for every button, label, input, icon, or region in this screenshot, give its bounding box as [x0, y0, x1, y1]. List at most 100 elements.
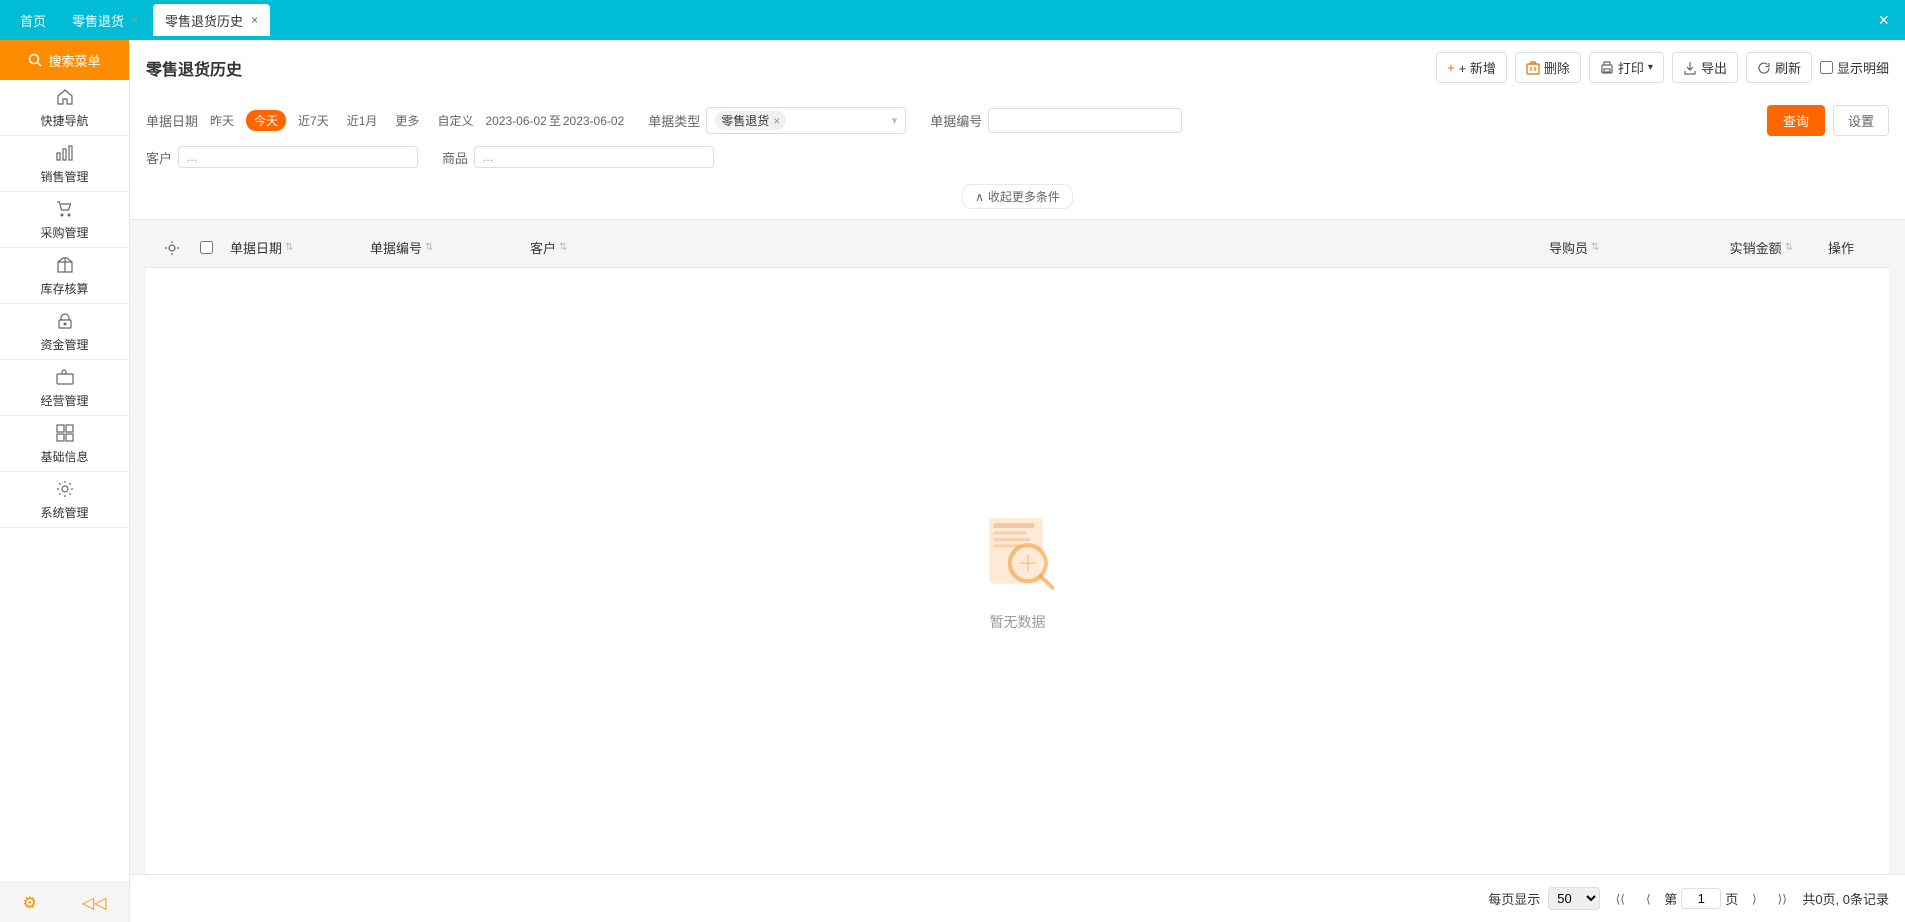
page-nav: ⟨⟨ ⟨ 第 页 ⟩ ⟩⟩ [1608, 887, 1794, 911]
cart-icon [54, 198, 76, 220]
bill-no-input[interactable] [988, 108, 1182, 133]
sidebar-speaker-icon[interactable]: ◁◁ [82, 893, 107, 913]
sidebar-item-sys-mgmt-label: 系统管理 [40, 504, 88, 521]
add-label: + 新增 [1459, 58, 1496, 77]
collapse-icon: ∧ [975, 190, 984, 204]
sidebar-item-basic-info[interactable]: 基础信息 [0, 416, 129, 472]
collapse-label: 收起更多条件 [988, 188, 1060, 205]
first-page-button[interactable]: ⟨⟨ [1608, 887, 1632, 911]
print-button[interactable]: 打印 ▾ [1589, 52, 1664, 83]
collapse-bar: ∧ 收起更多条件 [146, 178, 1889, 219]
sidebar-item-inventory-calc[interactable]: 库存核算 [0, 248, 129, 304]
th-amount[interactable]: 实销金额 ⇅ [1681, 238, 1801, 257]
sidebar-item-sys-mgmt[interactable]: 系统管理 [0, 472, 129, 528]
sidebar-settings-icon[interactable]: ⚙ [23, 893, 37, 913]
box-icon [54, 254, 76, 276]
sidebar-nav: 快捷导航 销售管理 采购管理 库存核算 [0, 80, 129, 882]
th-bill-no-label: 单据编号 [370, 238, 422, 257]
collapse-button[interactable]: ∧ 收起更多条件 [962, 184, 1073, 209]
th-op-label: 操作 [1828, 238, 1854, 257]
page-content: 单据日期 ⇅ 单据编号 ⇅ 客户 ⇅ 导购员 ⇅ [130, 220, 1905, 874]
print-arrow: ▾ [1648, 62, 1653, 73]
sort-guide-icon: ⇅ [1591, 242, 1599, 253]
tab-retail-return[interactable]: 零售退货 × [60, 4, 151, 36]
sidebar-item-fund-mgmt-label: 资金管理 [40, 336, 88, 353]
pagination: 每页显示 50 100 200 ⟨⟨ ⟨ 第 页 ⟩ ⟩⟩ 共0页, 0条记录 [130, 874, 1905, 922]
date-btn-yesterday[interactable]: 昨天 [204, 110, 240, 131]
th-customer-label: 客户 [530, 238, 556, 257]
page-unit: 页 [1725, 889, 1738, 908]
tab-retail-return-history-close[interactable]: × [251, 13, 258, 27]
add-button[interactable]: + + 新增 [1436, 52, 1507, 83]
export-label: 导出 [1701, 58, 1727, 77]
table-header: 单据日期 ⇅ 单据编号 ⇅ 客户 ⇅ 导购员 ⇅ [146, 228, 1889, 268]
customer-filter: 客户 ... [146, 146, 418, 168]
sidebar-bottom: ⚙ ◁◁ [0, 882, 129, 922]
next-page-button[interactable]: ⟩ [1742, 887, 1766, 911]
delete-button[interactable]: 删除 [1515, 52, 1581, 83]
date-btn-today[interactable]: 今天 [246, 110, 286, 131]
th-customer[interactable]: 客户 ⇅ [522, 238, 1541, 257]
tab-retail-return-history[interactable]: 零售退货历史 × [153, 4, 270, 36]
select-all-checkbox[interactable] [200, 241, 213, 254]
th-bill-no[interactable]: 单据编号 ⇅ [362, 238, 522, 257]
th-settings[interactable] [154, 240, 190, 256]
print-label: 打印 [1618, 58, 1644, 77]
query-button[interactable]: 查询 [1767, 105, 1825, 136]
prev-page-button[interactable]: ⟨ [1636, 887, 1660, 911]
date-to: 2023-06-02 [563, 114, 624, 128]
customer-placeholder: ... [187, 150, 197, 164]
sidebar-search[interactable]: 搜索菜单 [0, 40, 129, 80]
page-number-input[interactable] [1681, 888, 1721, 909]
per-page-select[interactable]: 50 100 200 [1548, 887, 1600, 910]
last-page-button[interactable]: ⟩⟩ [1770, 887, 1794, 911]
date-separator: 至 [549, 112, 561, 129]
filter-row-1: 单据日期 昨天 今天 近7天 近1月 更多 自定义 2023-06-02 至 [146, 105, 1889, 136]
th-checkbox[interactable] [190, 241, 222, 254]
settings-button[interactable]: 设置 [1833, 105, 1889, 136]
sort-billno-icon: ⇅ [425, 242, 433, 253]
th-guide-label: 导购员 [1549, 238, 1588, 257]
briefcase-icon [54, 366, 76, 388]
date-filter: 昨天 今天 近7天 近1月 更多 自定义 [204, 110, 479, 131]
sidebar-item-sales-mgmt-label: 销售管理 [40, 168, 88, 185]
goods-label: 商品 [442, 148, 468, 167]
tab-home-label: 首页 [20, 11, 46, 30]
bill-type-tag-close[interactable]: × [773, 114, 780, 128]
refresh-button[interactable]: 刷新 [1746, 52, 1812, 83]
th-guide[interactable]: 导购员 ⇅ [1541, 238, 1681, 257]
sidebar-item-purchase-mgmt[interactable]: 采购管理 [0, 192, 129, 248]
date-btn-7days[interactable]: 近7天 [292, 110, 335, 131]
bill-type-value: 零售退货 [721, 112, 769, 129]
th-op: 操作 [1801, 238, 1881, 257]
goods-placeholder: ... [483, 150, 493, 164]
window-close-button[interactable]: × [1870, 10, 1897, 31]
display-detail-input[interactable] [1820, 61, 1833, 74]
tab-retail-return-close[interactable]: × [132, 13, 139, 27]
date-from: 2023-06-02 [485, 114, 546, 128]
search-icon [28, 53, 42, 67]
toolbar: + + 新增 删除 打印 ▾ 导出 [1436, 52, 1889, 83]
chart-icon [54, 142, 76, 164]
export-button[interactable]: 导出 [1672, 52, 1738, 83]
sidebar-item-biz-mgmt[interactable]: 经营管理 [0, 360, 129, 416]
tab-home[interactable]: 首页 [8, 4, 58, 36]
goods-filter: 商品 ... [442, 146, 714, 168]
filter-area: 单据日期 昨天 今天 近7天 近1月 更多 自定义 2023-06-02 至 [146, 95, 1889, 219]
sidebar-item-fund-mgmt[interactable]: 资金管理 [0, 304, 129, 360]
th-bill-date[interactable]: 单据日期 ⇅ [222, 238, 362, 257]
display-detail-checkbox[interactable]: 显示明细 [1820, 58, 1889, 77]
date-btn-more[interactable]: 更多 [389, 110, 425, 131]
refresh-label: 刷新 [1775, 58, 1801, 77]
goods-select[interactable]: ... [474, 146, 714, 168]
bill-type-arrow: ▾ [892, 114, 898, 127]
date-btn-1month[interactable]: 近1月 [341, 110, 384, 131]
bill-type-select[interactable]: 零售退货 × ▾ [706, 107, 906, 134]
sidebar-item-quick-nav[interactable]: 快捷导航 [0, 80, 129, 136]
th-amount-label: 实销金额 [1730, 238, 1782, 257]
customer-select[interactable]: ... [178, 146, 418, 168]
delete-icon [1526, 61, 1540, 75]
sidebar-item-sales-mgmt[interactable]: 销售管理 [0, 136, 129, 192]
add-icon: + [1447, 60, 1455, 75]
date-btn-custom[interactable]: 自定义 [431, 110, 479, 131]
